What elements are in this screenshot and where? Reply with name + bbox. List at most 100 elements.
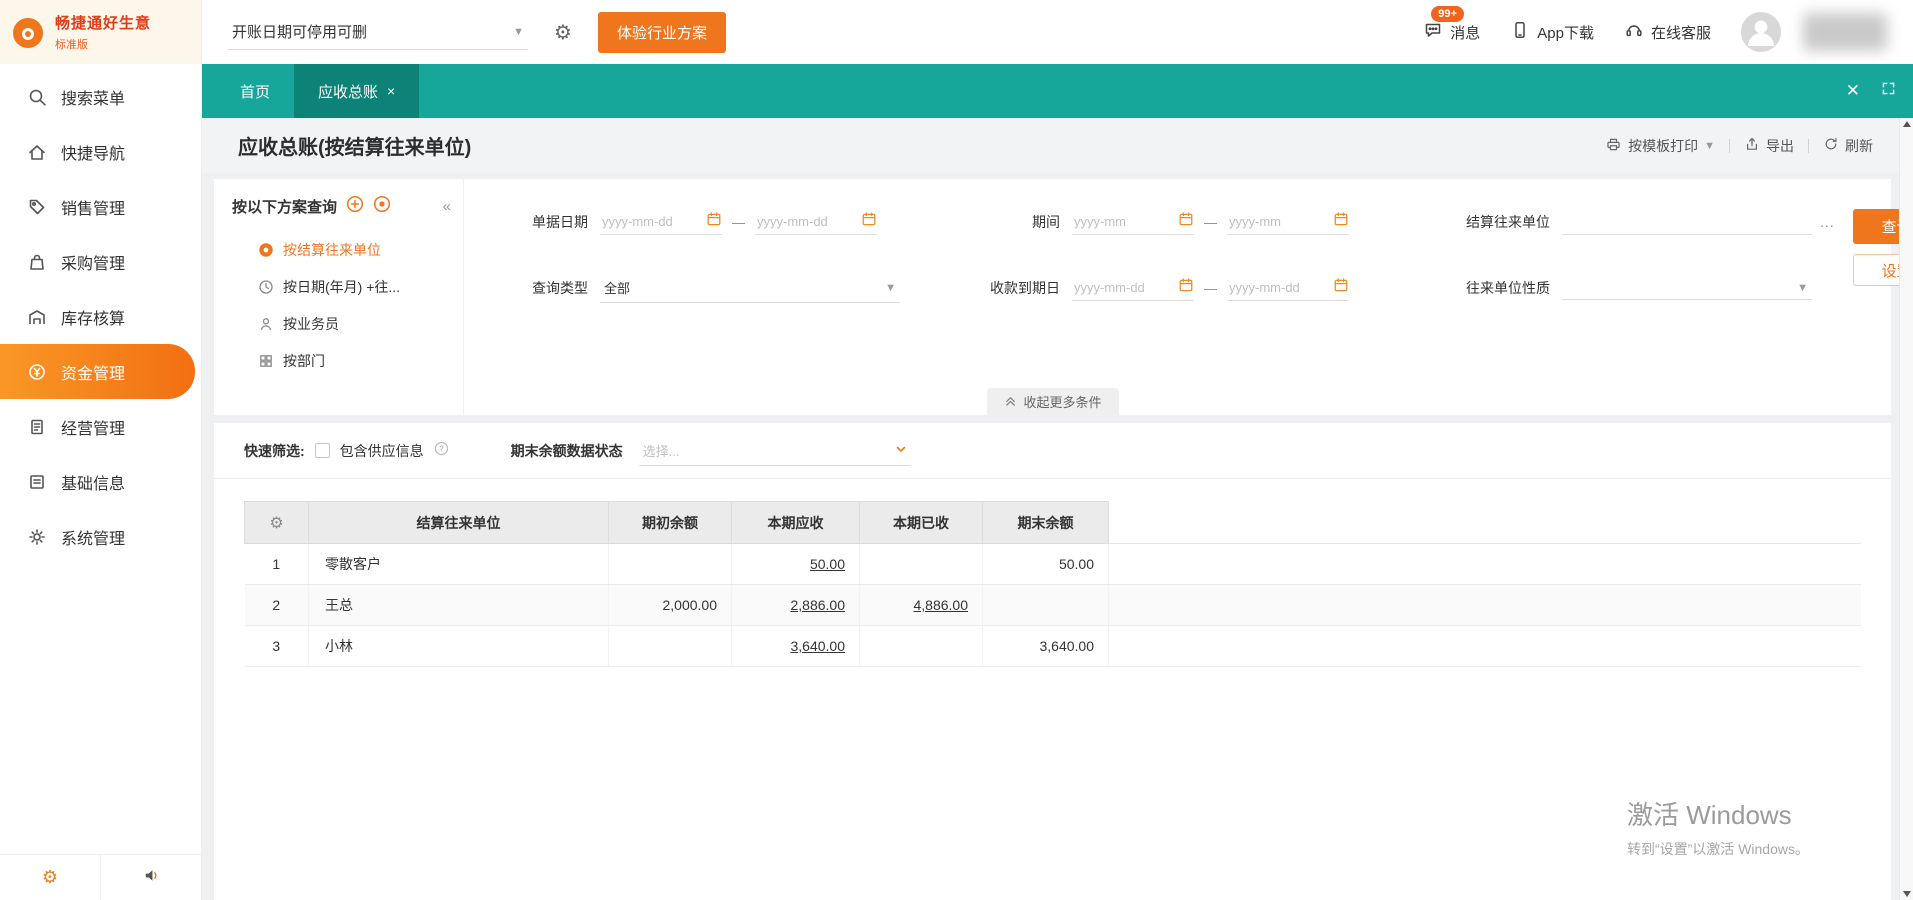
period-end-input[interactable] xyxy=(1227,209,1331,234)
sidebar-announcement-button[interactable] xyxy=(101,855,201,900)
fullscreen-icon[interactable] xyxy=(1880,80,1897,102)
brand-edition: 标准版 xyxy=(55,39,88,51)
scheme-by-salesperson[interactable]: 按业务员 xyxy=(232,305,463,342)
cell-receivable-link[interactable]: 2,886.00 xyxy=(791,597,846,613)
scheme-target-icon[interactable] xyxy=(373,195,391,218)
include-supplier-label: 包含供应信息 xyxy=(339,442,424,459)
account-set-value: 开账日期可停用可删 xyxy=(232,24,368,41)
windows-activation-watermark: 激活 Windows 转到“设置”以激活 Windows。 xyxy=(1627,795,1809,859)
cell-closing: 3,640.00 xyxy=(982,625,1109,667)
sidebar-item-business[interactable]: 经营管理 xyxy=(0,399,201,454)
table-row[interactable]: 2 王总 2,000.00 2,886.00 4,886.00 xyxy=(244,584,1861,626)
table-row[interactable]: 1 零散客户 50.00 50.00 xyxy=(244,543,1861,585)
messages-button[interactable]: 99+ 消息 xyxy=(1423,6,1480,44)
app-download-button[interactable]: App下载 xyxy=(1510,20,1594,44)
scroll-down-arrow[interactable] xyxy=(1902,891,1911,897)
cell-closing: 50.00 xyxy=(982,543,1109,585)
print-by-template-button[interactable]: 按模板打印 ▼ xyxy=(1605,136,1715,156)
export-label: 导出 xyxy=(1766,137,1794,154)
column-settings-button[interactable]: ⚙ xyxy=(244,501,309,544)
svg-text:?: ? xyxy=(439,444,444,453)
scheme-by-date[interactable]: 按日期(年月) +往... xyxy=(232,268,463,305)
price-tag-icon xyxy=(27,197,47,217)
calendar-icon[interactable] xyxy=(1178,277,1194,298)
sidebar-footer: ⚙ xyxy=(0,854,201,900)
collapse-panel-icon[interactable]: « xyxy=(443,198,451,215)
account-set-select[interactable]: 开账日期可停用可删 ▼ xyxy=(228,14,528,50)
vertical-scrollbar[interactable] xyxy=(1899,118,1913,900)
close-all-tabs-icon[interactable]: ✕ xyxy=(1846,81,1860,101)
gear-icon: ⚙ xyxy=(41,866,59,888)
yuan-coin-icon xyxy=(27,362,47,382)
table-row[interactable]: 3 小林 3,640.00 3,640.00 xyxy=(244,625,1861,667)
cell-received-link[interactable]: 4,886.00 xyxy=(914,597,969,613)
cell-unit: 零散客户 xyxy=(308,543,609,585)
sidebar-item-quick-nav[interactable]: 快捷导航 xyxy=(0,124,201,179)
settings-gear-icon[interactable]: ⚙ xyxy=(554,22,572,42)
due-date-start-input[interactable] xyxy=(1072,275,1176,300)
period-start-input[interactable] xyxy=(1072,209,1176,234)
sidebar-item-sales[interactable]: 销售管理 xyxy=(0,179,201,234)
row-index: 2 xyxy=(244,584,309,626)
gear-icon: ⚙ xyxy=(269,512,284,532)
unit-nature-select[interactable]: ▼ xyxy=(1562,277,1812,300)
scheme-by-settlement-unit[interactable]: 按结算往来单位 xyxy=(232,231,463,268)
settle-unit-picker-button[interactable]: ... xyxy=(1820,214,1835,230)
calendar-icon[interactable] xyxy=(1333,277,1349,298)
calendar-icon[interactable] xyxy=(706,211,722,232)
col-closing-balance: 期末余额 xyxy=(982,501,1109,544)
cell-opening xyxy=(608,543,732,585)
tab-close-icon[interactable]: × xyxy=(387,83,395,99)
period-label: 期间 xyxy=(1032,214,1060,230)
query-type-select[interactable]: 全部 ▼ xyxy=(600,273,900,303)
cell-receivable-link[interactable]: 3,640.00 xyxy=(791,638,846,654)
grid-icon xyxy=(258,353,274,369)
chat-bubble-icon xyxy=(1423,20,1443,44)
refresh-button[interactable]: 刷新 xyxy=(1823,136,1873,156)
range-dash: — xyxy=(732,214,745,230)
scheme-by-department[interactable]: 按部门 xyxy=(232,342,463,379)
export-button[interactable]: 导出 xyxy=(1744,136,1794,156)
help-icon[interactable]: ? xyxy=(434,441,449,461)
row-index: 1 xyxy=(244,543,309,585)
divider xyxy=(1729,138,1730,153)
sidebar: 畅捷通好生意 标准版 搜索菜单 快捷导航 销售管理 采购管理 库存核算 资金管理… xyxy=(0,0,202,900)
sidebar-item-basic-info[interactable]: 基础信息 xyxy=(0,454,201,509)
trial-solution-button[interactable]: 体验行业方案 xyxy=(597,11,726,53)
calendar-icon[interactable] xyxy=(861,211,877,232)
sidebar-item-system[interactable]: 系统管理 xyxy=(0,509,201,564)
sidebar-settings-button[interactable]: ⚙ xyxy=(0,855,101,900)
topbar-right: 99+ 消息 App下载 在线客服 xyxy=(1423,6,1887,52)
balance-status-select[interactable]: 选择... xyxy=(638,436,911,466)
scroll-up-arrow[interactable] xyxy=(1902,121,1911,127)
sidebar-item-inventory[interactable]: 库存核算 xyxy=(0,289,201,344)
shopping-bag-icon xyxy=(27,252,47,272)
online-support-button[interactable]: 在线客服 xyxy=(1624,20,1711,44)
cell-unit: 王总 xyxy=(308,584,609,626)
sidebar-item-funds[interactable]: 资金管理 xyxy=(0,344,195,399)
calendar-icon[interactable] xyxy=(1333,211,1349,232)
search-icon xyxy=(27,87,47,107)
calendar-icon[interactable] xyxy=(1178,211,1194,232)
sidebar-item-purchase[interactable]: 采购管理 xyxy=(0,234,201,289)
content: 按以下方案查询 « 按结算往来单位 按日期(年月) +往... 按业务员 按部门… xyxy=(202,173,1913,900)
tab-home[interactable]: 首页 xyxy=(216,64,294,118)
include-supplier-checkbox[interactable] xyxy=(314,443,330,458)
avatar[interactable] xyxy=(1741,12,1781,52)
doc-date-end-input[interactable] xyxy=(755,209,859,234)
refresh-icon xyxy=(1823,136,1839,155)
tab-receivable-ledger[interactable]: 应收总账 × xyxy=(294,64,420,118)
scheme-label: 按业务员 xyxy=(283,315,339,332)
doc-date-start-input[interactable] xyxy=(600,209,704,234)
warehouse-icon xyxy=(27,307,47,327)
query-type-label: 查询类型 xyxy=(532,280,588,296)
cell-receivable-link[interactable]: 50.00 xyxy=(810,556,845,572)
due-date-end-input[interactable] xyxy=(1227,275,1331,300)
sidebar-item-search-menu[interactable]: 搜索菜单 xyxy=(0,69,201,124)
sidebar-menu: 搜索菜单 快捷导航 销售管理 采购管理 库存核算 资金管理 经营管理 基础信息 … xyxy=(0,64,201,854)
collapse-more-conditions[interactable]: 收起更多条件 xyxy=(986,388,1119,415)
sidebar-item-label: 资金管理 xyxy=(61,365,126,383)
add-scheme-icon[interactable] xyxy=(346,195,364,218)
sidebar-item-label: 系统管理 xyxy=(61,530,126,548)
settle-unit-input[interactable] xyxy=(1562,209,1812,235)
